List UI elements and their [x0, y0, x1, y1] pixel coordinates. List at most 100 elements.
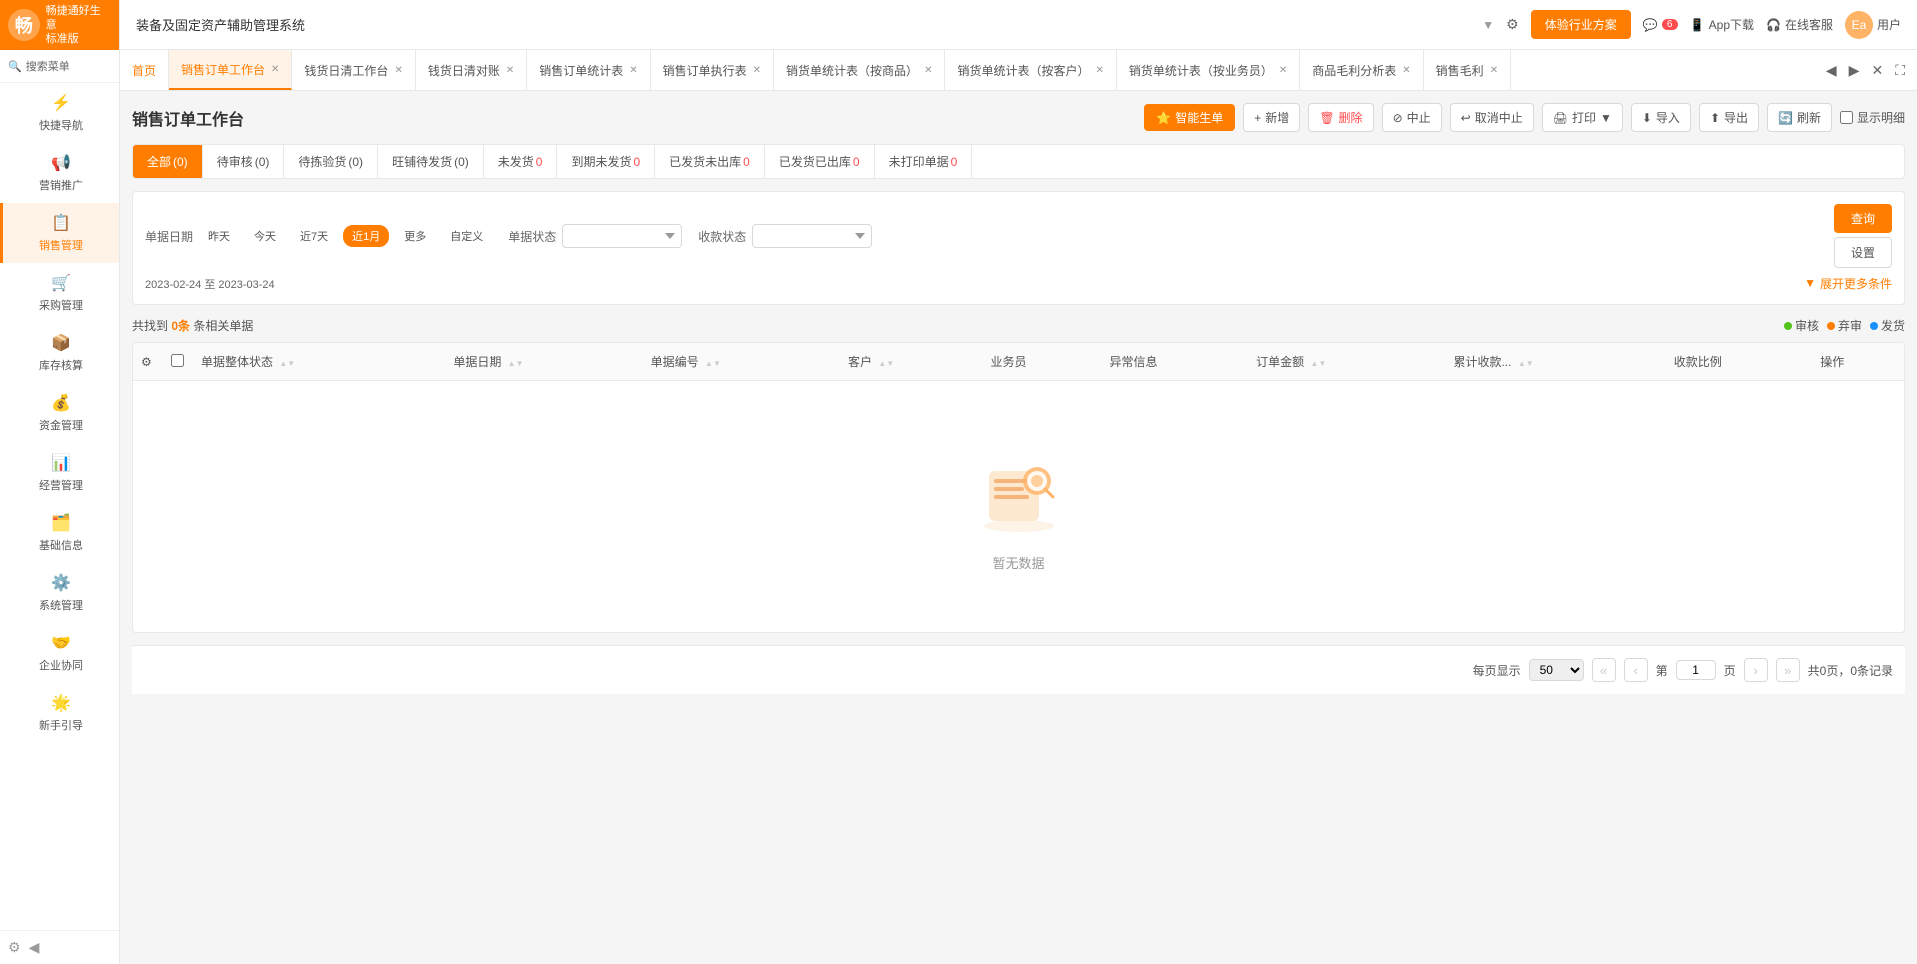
sidebar-item-enterprise[interactable]: 🤝 企业协同: [0, 623, 119, 683]
sidebar-item-marketing[interactable]: 📢 营销推广: [0, 143, 119, 203]
online-service-btn[interactable]: 🎧 在线客服: [1766, 16, 1833, 33]
tab-sales-summary-product[interactable]: 销货单统计表（按商品） ✕: [774, 50, 945, 90]
cancel-stop-btn[interactable]: ↩ 取消中止: [1450, 103, 1534, 132]
tab-sales-summary-product-close[interactable]: ✕: [924, 65, 932, 76]
user-menu[interactable]: Ea 用户: [1845, 11, 1901, 39]
tab-cash-daily-close[interactable]: ✕: [394, 65, 402, 76]
sort-date[interactable]: ▲▼: [508, 359, 524, 368]
tab-sales-workbench[interactable]: 销售订单工作台 ✕: [169, 50, 292, 90]
tab-home[interactable]: 首页: [120, 50, 169, 90]
first-page-btn[interactable]: «: [1592, 658, 1616, 682]
tab-scroll-left[interactable]: ◀: [1822, 58, 1841, 83]
sidebar-item-capital[interactable]: 💰 资金管理: [0, 383, 119, 443]
sub-tab-unprinted[interactable]: 未打印单据0: [875, 145, 973, 178]
ship-action-btn[interactable]: 发货: [1870, 317, 1905, 334]
tab-scroll-right[interactable]: ▶: [1845, 58, 1864, 83]
tab-gross-margin-close[interactable]: ✕: [1402, 65, 1410, 76]
sub-tab-pending-verify[interactable]: 待拣验货(0): [284, 145, 378, 178]
tab-gross-margin[interactable]: 商品毛利分析表 ✕: [1300, 50, 1423, 90]
quick-nav-icon: ⚡: [51, 93, 71, 113]
tab-cash-daily[interactable]: 钱货日清工作台 ✕: [292, 50, 415, 90]
sub-tab-shipped-out[interactable]: 已发货已出库0: [765, 145, 875, 178]
last-page-btn[interactable]: »: [1776, 658, 1800, 682]
tab-fullscreen[interactable]: ⛶: [1891, 58, 1909, 83]
col-config[interactable]: ⚙: [133, 343, 163, 381]
tab-sales-revenue[interactable]: 销售毛利 ✕: [1424, 50, 1511, 90]
sidebar-item-inventory[interactable]: 📦 库存核算: [0, 323, 119, 383]
sidebar-item-quick-nav[interactable]: ⚡ 快捷导航: [0, 83, 119, 143]
sidebar-settings-btn[interactable]: ⚙: [8, 939, 21, 956]
purchase-icon: 🛒: [51, 273, 71, 293]
stop-btn[interactable]: ⊘ 中止: [1382, 103, 1442, 132]
prev-page-btn[interactable]: ‹: [1624, 658, 1648, 682]
sort-status[interactable]: ▲▼: [279, 359, 295, 368]
set-btn[interactable]: 设置: [1834, 237, 1892, 268]
sidebar-item-operations[interactable]: 📊 经营管理: [0, 443, 119, 503]
refresh-btn[interactable]: 🔄 刷新: [1767, 103, 1832, 132]
tab-cash-reconcile[interactable]: 钱货日清对账 ✕: [416, 50, 527, 90]
header-settings-icon[interactable]: ⚙: [1506, 16, 1519, 33]
tab-sales-exec-close[interactable]: ✕: [753, 65, 761, 76]
chevron-down-icon[interactable]: ▼: [1482, 18, 1494, 32]
app-download-btn[interactable]: 📱 App下载: [1690, 16, 1754, 33]
query-btn[interactable]: 查询: [1834, 204, 1892, 233]
per-page-select[interactable]: 10 20 50 100: [1529, 659, 1584, 681]
show-detail-input[interactable]: [1840, 111, 1853, 124]
approve-action-btn[interactable]: 审核: [1784, 317, 1819, 334]
tab-sales-workbench-close[interactable]: ✕: [271, 64, 279, 75]
sidebar-item-system[interactable]: ⚙️ 系统管理: [0, 563, 119, 623]
import-btn[interactable]: ⬇ 导入: [1631, 103, 1691, 132]
sort-customer[interactable]: ▲▼: [878, 359, 894, 368]
sidebar-item-newbie[interactable]: 🌟 新手引导: [0, 683, 119, 743]
date-btn-today[interactable]: 今天: [245, 225, 285, 247]
sidebar-item-sales[interactable]: 📋 销售管理: [0, 203, 119, 263]
sub-tab-pending-review[interactable]: 待审核(0): [203, 145, 285, 178]
sub-tab-all[interactable]: 全部(0): [133, 145, 203, 178]
sidebar-item-basic[interactable]: 🗂️ 基础信息: [0, 503, 119, 563]
tab-sales-revenue-close[interactable]: ✕: [1490, 65, 1498, 76]
sort-amount[interactable]: ▲▼: [1310, 359, 1326, 368]
sub-tab-shipped-not-out[interactable]: 已发货未出库0: [655, 145, 765, 178]
tab-sales-summary-staff[interactable]: 销货单统计表（按业务员） ✕: [1117, 50, 1300, 90]
tab-sales-exec[interactable]: 销售订单执行表 ✕: [651, 50, 774, 90]
payment-select[interactable]: [752, 224, 872, 248]
sort-number[interactable]: ▲▼: [705, 359, 721, 368]
tab-sales-summary-staff-close[interactable]: ✕: [1279, 65, 1287, 76]
add-btn[interactable]: + 新增: [1243, 103, 1300, 132]
export-btn[interactable]: ⬆ 导出: [1699, 103, 1759, 132]
message-btn[interactable]: 💬 6: [1643, 18, 1678, 32]
print-btn[interactable]: 🖨 打印 ▼: [1542, 103, 1623, 132]
sub-tab-overdue[interactable]: 到期未发货0: [557, 145, 655, 178]
tab-sales-stats-close[interactable]: ✕: [629, 65, 637, 76]
date-btn-7days[interactable]: 近7天: [291, 225, 337, 247]
select-all-checkbox[interactable]: [171, 354, 184, 367]
search-menu[interactable]: 🔍 搜索菜单: [0, 50, 119, 83]
expand-filter-btn[interactable]: ▼ 展开更多条件: [1804, 275, 1892, 292]
date-btn-yesterday[interactable]: 昨天: [199, 225, 239, 247]
date-btn-custom[interactable]: 自定义: [441, 225, 492, 247]
revoke-action-btn[interactable]: 弃审: [1827, 317, 1862, 334]
next-page-btn[interactable]: ›: [1744, 658, 1768, 682]
delete-icon: 🗑: [1319, 111, 1334, 125]
sub-tab-unshipped[interactable]: 未发货0: [484, 145, 558, 178]
tab-sales-summary-customer-close[interactable]: ✕: [1095, 65, 1103, 76]
status-select[interactable]: [562, 224, 682, 248]
tab-sales-stats[interactable]: 销售订单统计表 ✕: [527, 50, 650, 90]
sort-collected[interactable]: ▲▼: [1518, 359, 1534, 368]
sidebar-item-purchase[interactable]: 🛒 采购管理: [0, 263, 119, 323]
payment-filter-label: 收款状态: [698, 228, 746, 245]
show-detail-checkbox[interactable]: 显示明细: [1840, 109, 1905, 126]
tab-cash-reconcile-close[interactable]: ✕: [506, 65, 514, 76]
date-btn-more[interactable]: 更多: [395, 225, 435, 247]
col-checkbox[interactable]: [163, 343, 193, 381]
horizontal-scroll[interactable]: [132, 633, 1905, 645]
page-input[interactable]: [1676, 660, 1716, 680]
tab-close-all[interactable]: ✕: [1867, 58, 1887, 83]
date-btn-1month[interactable]: 近1月: [343, 225, 389, 247]
sidebar-collapse-btn[interactable]: ◀: [29, 939, 40, 956]
tab-sales-summary-customer[interactable]: 销货单统计表（按客户） ✕: [945, 50, 1116, 90]
delete-btn[interactable]: 🗑 删除: [1308, 103, 1373, 132]
industry-btn[interactable]: 体验行业方案: [1531, 10, 1631, 39]
smart-create-btn[interactable]: ⭐ 智能生单: [1144, 104, 1235, 131]
sub-tab-wangpu[interactable]: 旺铺待发货(0): [378, 145, 484, 178]
